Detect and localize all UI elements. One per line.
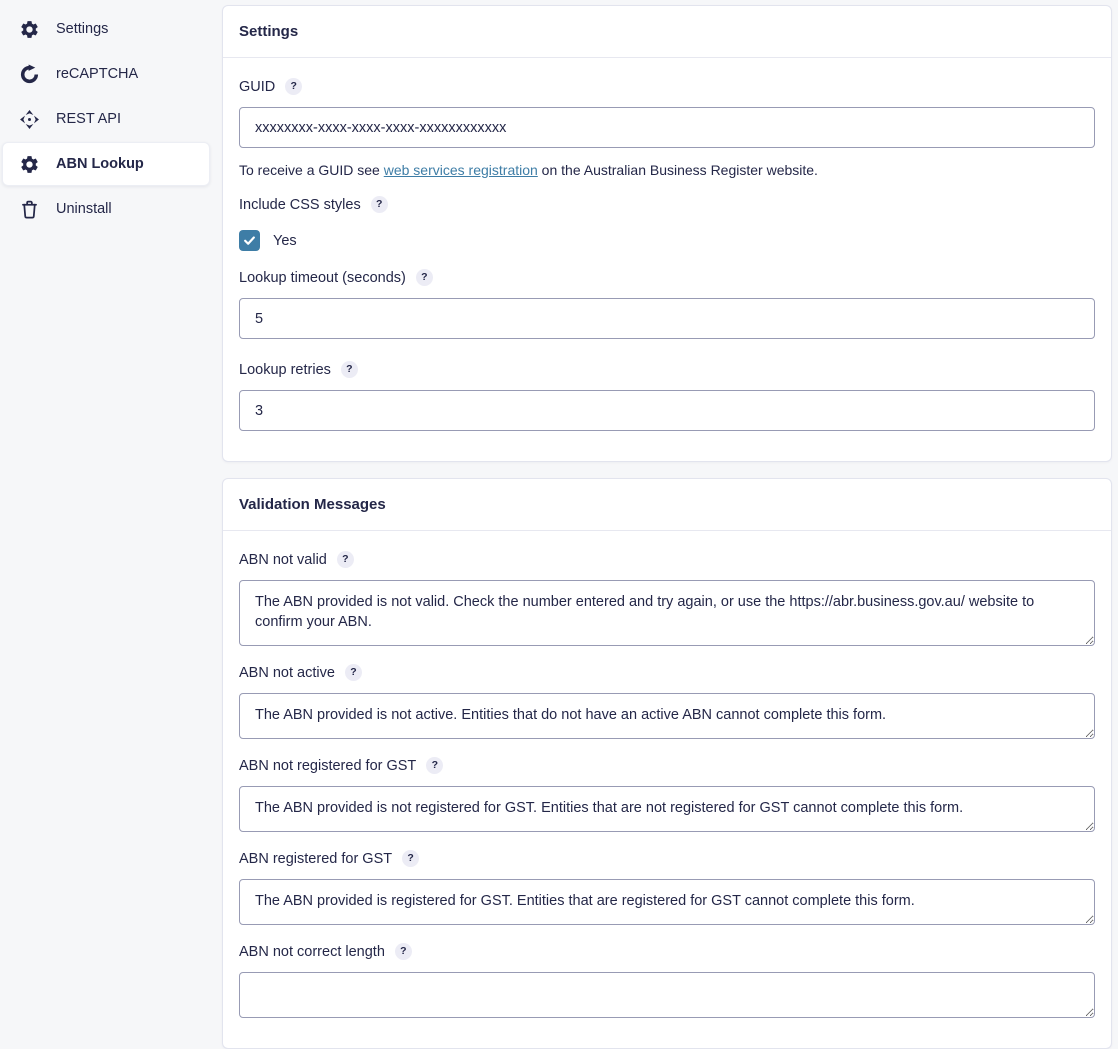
sidebar-item-label: Uninstall: [56, 201, 112, 217]
abn-not-correct-length-textarea[interactable]: [239, 972, 1095, 1018]
gear-icon: [18, 153, 40, 175]
lookup-timeout-label-row: Lookup timeout (seconds) ?: [239, 269, 1095, 286]
help-icon[interactable]: ?: [426, 757, 444, 774]
abn-not-valid-label: ABN not valid: [239, 551, 327, 568]
lookup-timeout-label: Lookup timeout (seconds): [239, 269, 406, 286]
abn-registered-gst-textarea[interactable]: [239, 879, 1095, 925]
validation-messages-card: Validation Messages ABN not valid ? ABN …: [222, 478, 1112, 1049]
sidebar-item-uninstall[interactable]: Uninstall: [2, 187, 210, 231]
abn-not-registered-gst-label: ABN not registered for GST: [239, 757, 417, 774]
recaptcha-icon: [18, 63, 40, 85]
help-icon[interactable]: ?: [370, 196, 388, 213]
sidebar-item-settings[interactable]: Settings: [2, 7, 210, 51]
help-icon[interactable]: ?: [415, 269, 433, 286]
sidebar-item-label: reCAPTCHA: [56, 66, 139, 82]
trash-icon: [18, 198, 40, 220]
abn-not-correct-length-label-row: ABN not correct length ?: [239, 943, 1095, 960]
abn-not-valid-textarea[interactable]: [239, 580, 1095, 646]
sidebar-item-abn-lookup[interactable]: ABN Lookup: [2, 142, 210, 186]
web-services-registration-link[interactable]: web services registration: [384, 162, 538, 178]
abn-not-active-label: ABN not active: [239, 664, 335, 681]
abn-not-registered-gst-label-row: ABN not registered for GST ?: [239, 757, 1095, 774]
validation-card-title: Validation Messages: [223, 479, 1111, 531]
abn-registered-gst-label: ABN registered for GST: [239, 850, 393, 867]
include-css-checkbox-label: Yes: [273, 232, 297, 249]
rest-api-icon: [18, 108, 40, 130]
sidebar-item-label: REST API: [56, 111, 122, 127]
include-css-checkbox-row: Yes: [239, 230, 1095, 251]
settings-card: Settings GUID ? To receive a GUID see we…: [222, 5, 1112, 462]
abn-not-valid-label-row: ABN not valid ?: [239, 551, 1095, 568]
abn-registered-gst-label-row: ABN registered for GST ?: [239, 850, 1095, 867]
guid-label: GUID: [239, 78, 276, 95]
validation-card-body: ABN not valid ? ABN not active ? ABN not…: [223, 531, 1111, 1048]
guid-helper-prefix: To receive a GUID see: [239, 162, 384, 178]
include-css-label: Include CSS styles: [239, 196, 361, 213]
guid-label-row: GUID ?: [239, 78, 1095, 95]
abn-not-registered-gst-textarea[interactable]: [239, 786, 1095, 832]
lookup-retries-label-row: Lookup retries ?: [239, 361, 1095, 378]
settings-card-body: GUID ? To receive a GUID see web service…: [223, 58, 1111, 461]
guid-helper-suffix: on the Australian Business Register webs…: [537, 162, 818, 178]
check-icon: [244, 236, 255, 245]
abn-not-active-textarea[interactable]: [239, 693, 1095, 739]
gear-icon: [18, 18, 40, 40]
help-icon[interactable]: ?: [402, 850, 420, 867]
guid-input[interactable]: [239, 107, 1095, 148]
help-icon[interactable]: ?: [340, 361, 358, 378]
abn-not-correct-length-label: ABN not correct length: [239, 943, 385, 960]
sidebar-item-label: Settings: [56, 21, 109, 37]
settings-sidebar: Settings reCAPTCHA REST API ABN Lookup U…: [0, 0, 210, 936]
guid-helper-text: To receive a GUID see web services regis…: [239, 162, 1095, 178]
help-icon[interactable]: ?: [285, 78, 303, 95]
settings-card-title: Settings: [223, 6, 1111, 58]
include-css-label-row: Include CSS styles ?: [239, 196, 1095, 213]
help-icon[interactable]: ?: [394, 943, 412, 960]
help-icon[interactable]: ?: [336, 551, 354, 568]
app-root: Settings reCAPTCHA REST API ABN Lookup U…: [0, 0, 1118, 1049]
settings-main: Settings GUID ? To receive a GUID see we…: [210, 0, 1118, 1049]
lookup-retries-label: Lookup retries: [239, 361, 331, 378]
help-icon[interactable]: ?: [344, 664, 362, 681]
lookup-timeout-input[interactable]: [239, 298, 1095, 339]
sidebar-item-label: ABN Lookup: [56, 156, 144, 172]
abn-not-active-label-row: ABN not active ?: [239, 664, 1095, 681]
sidebar-item-rest-api[interactable]: REST API: [2, 97, 210, 141]
include-css-checkbox[interactable]: [239, 230, 260, 251]
sidebar-item-recaptcha[interactable]: reCAPTCHA: [2, 52, 210, 96]
lookup-retries-input[interactable]: [239, 390, 1095, 431]
